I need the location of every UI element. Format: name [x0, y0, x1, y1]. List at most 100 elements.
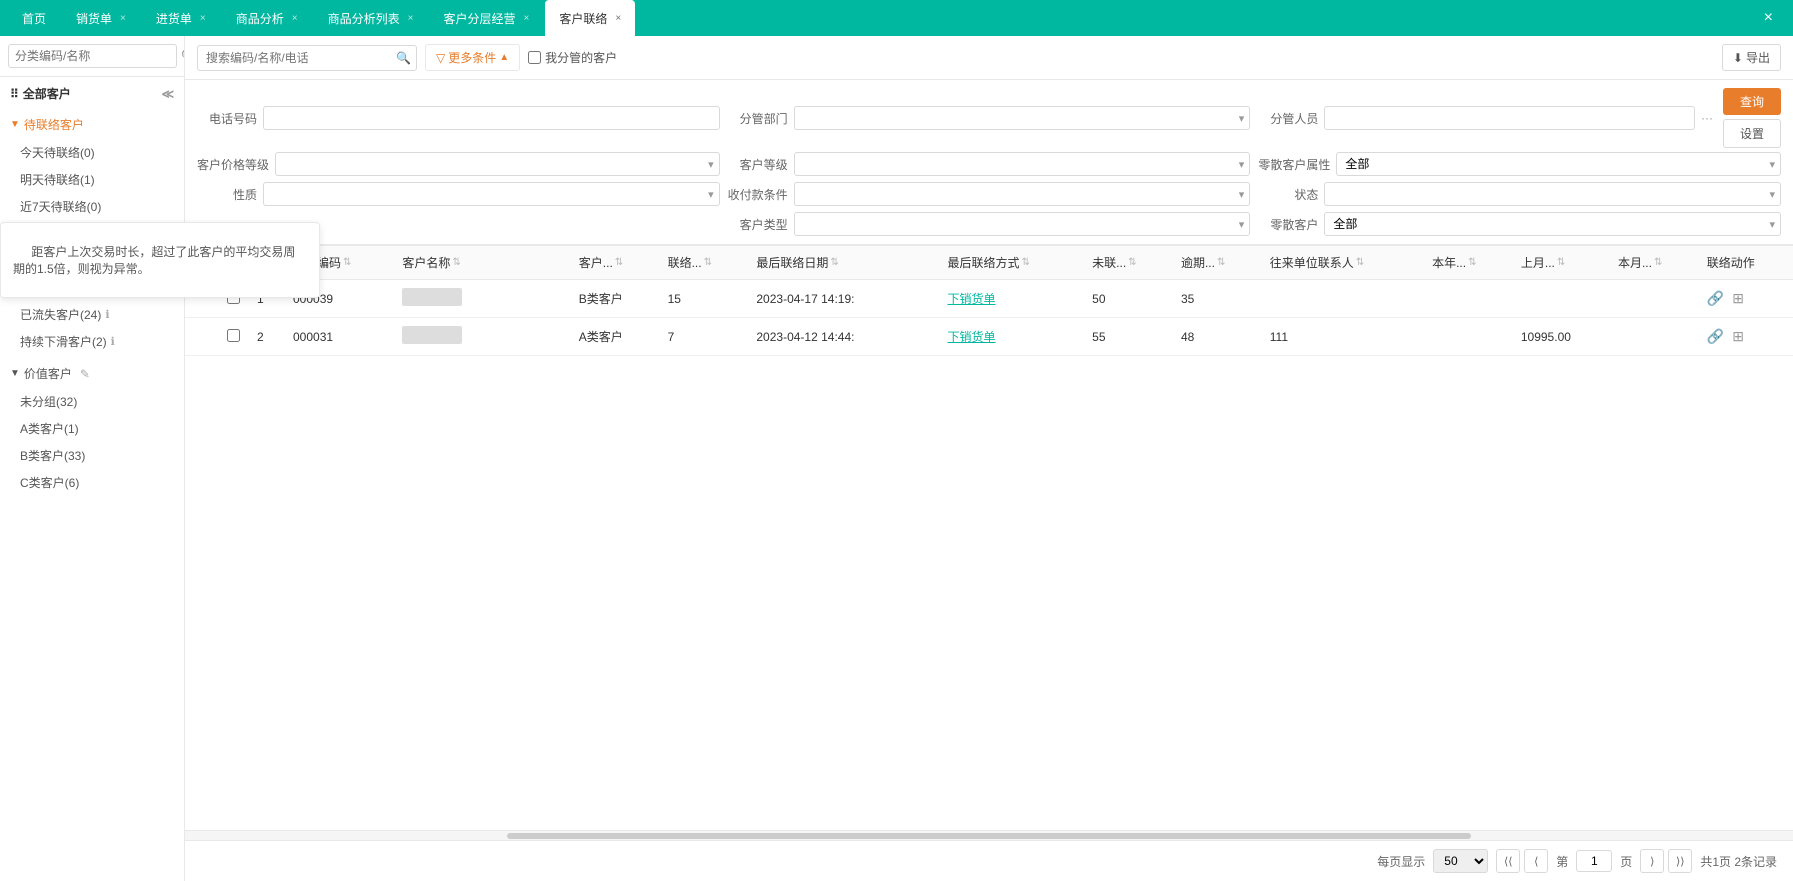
- sort-icon-date: ⇅: [830, 257, 838, 268]
- th-not-contact[interactable]: 未联...⇅: [1084, 246, 1173, 280]
- page-label: 第: [1556, 853, 1568, 870]
- nav-item-customer-layer[interactable]: 客户分层经营 ×: [429, 0, 543, 36]
- nav-item-analysis-list[interactable]: 商品分析列表 ×: [314, 0, 428, 36]
- filter-status-select[interactable]: [1324, 182, 1781, 206]
- td-type-1: B类客户: [571, 280, 660, 318]
- th-last-month[interactable]: 上月...⇅: [1513, 246, 1610, 280]
- close-all-button[interactable]: ×: [1752, 9, 1785, 27]
- grid-icon-2[interactable]: ⊞: [1732, 328, 1744, 345]
- row2-checkbox[interactable]: [227, 329, 240, 342]
- td-method-2[interactable]: 下销货单: [939, 318, 1084, 356]
- dots-icon[interactable]: ···: [1701, 111, 1713, 125]
- th-type[interactable]: 客户...⇅: [571, 246, 660, 280]
- grid-icon-1[interactable]: ⊞: [1732, 290, 1744, 307]
- sidebar-item-ungroup[interactable]: 未分组(32): [0, 388, 184, 415]
- info-icon-3[interactable]: ℹ: [105, 308, 109, 321]
- scrollbar-area[interactable]: [185, 830, 1793, 840]
- per-page-label: 每页显示: [1377, 853, 1425, 870]
- td-last-month-1: [1513, 280, 1610, 318]
- page-input[interactable]: [1576, 850, 1612, 872]
- th-last-contact-method[interactable]: 最后联络方式⇅: [939, 246, 1084, 280]
- my-customer-checkbox[interactable]: [528, 51, 541, 64]
- next-page-btn[interactable]: ⟩: [1640, 849, 1664, 873]
- sidebar-all-customers[interactable]: ⠿ 全部客户 ≪: [0, 77, 184, 110]
- link-icon-2[interactable]: 🔗: [1707, 328, 1724, 345]
- sidebar-item-today[interactable]: 今天待联络(0): [0, 139, 184, 166]
- close-icon-customer-layer[interactable]: ×: [523, 13, 529, 24]
- pending-contact-group[interactable]: ▼ 待联络客户: [0, 110, 184, 139]
- filter-area-row1: 电话号码 分管部门 分管人员 ··· 查询 设置: [185, 80, 1793, 152]
- td-action-2: 🔗 ⊞: [1699, 318, 1793, 356]
- filter-area-row4: ··· 客户类型 零散客户 全部: [185, 212, 1793, 245]
- sidebar-item-7days[interactable]: 近7天待联络(0): [0, 193, 184, 220]
- filter-phone-input[interactable]: [263, 106, 720, 130]
- filter-status-label: 状态: [1258, 186, 1318, 203]
- filter-payment-select[interactable]: [794, 182, 1251, 206]
- prev-page-btn[interactable]: ⟨: [1524, 849, 1548, 873]
- value-customer-group[interactable]: ▼ 价值客户 ✎: [0, 359, 184, 388]
- filter-retail-cust-select[interactable]: 全部: [1324, 212, 1781, 236]
- collapse-icon[interactable]: ≪: [161, 87, 174, 101]
- close-icon-analysis[interactable]: ×: [292, 13, 298, 24]
- close-icon-analysis-list[interactable]: ×: [408, 13, 414, 24]
- filter-nature: 性质: [197, 182, 720, 206]
- td-this-year-2: [1424, 318, 1513, 356]
- th-this-year[interactable]: 本年...⇅: [1424, 246, 1513, 280]
- nav-item-sales[interactable]: 销货单 ×: [62, 0, 140, 36]
- filter-retail-customer: 零散客户 全部: [1258, 212, 1781, 236]
- search-input[interactable]: [197, 45, 417, 71]
- nav-item-analysis[interactable]: 商品分析 ×: [222, 0, 312, 36]
- sidebar-item-tomorrow[interactable]: 明天待联络(1): [0, 166, 184, 193]
- th-this-month[interactable]: 本月...⇅: [1610, 246, 1699, 280]
- td-action-1: 🔗 ⊞: [1699, 280, 1793, 318]
- close-icon-customer-contact[interactable]: ×: [615, 13, 621, 24]
- first-page-btn[interactable]: ⟨⟨: [1496, 849, 1520, 873]
- th-unit-contact[interactable]: 往来单位联系人⇅: [1262, 246, 1424, 280]
- filter-dept-select[interactable]: [794, 106, 1251, 130]
- last-page-btn[interactable]: ⟩⟩: [1668, 849, 1692, 873]
- th-last-contact-date[interactable]: 最后联络日期⇅: [748, 246, 939, 280]
- th-name[interactable]: 客户名称⇅: [394, 246, 570, 280]
- th-overdue[interactable]: 逾期...⇅: [1173, 246, 1262, 280]
- filter-cust-level-select[interactable]: [794, 152, 1251, 176]
- sidebar-item-c-class[interactable]: C类客户(6): [0, 469, 184, 496]
- nav-item-home[interactable]: 首页: [8, 0, 60, 36]
- filter-dept-label: 分管部门: [728, 110, 788, 127]
- th-contact[interactable]: 联络...⇅: [660, 246, 749, 280]
- sidebar-search-input[interactable]: [8, 44, 177, 68]
- nature-select-wrap: [263, 182, 720, 206]
- filter-manager: 分管人员 ··· 查询 设置: [1258, 88, 1781, 148]
- filter-price-select[interactable]: [275, 152, 720, 176]
- all-customers-label: 全部客户: [23, 85, 71, 102]
- filter-retail-attr-select[interactable]: 全部: [1336, 152, 1781, 176]
- per-page-select[interactable]: 50 100 200: [1433, 849, 1488, 873]
- nav-item-purchase[interactable]: 进货单 ×: [142, 0, 220, 36]
- info-icon-4[interactable]: ℹ: [111, 335, 115, 348]
- edit-icon[interactable]: ✎: [80, 367, 90, 381]
- td-code-2: 000031: [285, 318, 394, 356]
- filter-more-btn[interactable]: ▽ 更多条件 ▲: [425, 44, 520, 71]
- filter-cust-type-label: 客户类型: [728, 216, 788, 233]
- filter-nature-select[interactable]: [263, 182, 720, 206]
- filter-payment: 收付款条件: [728, 182, 1251, 206]
- filter-cust-type-select[interactable]: [794, 212, 1251, 236]
- query-button[interactable]: 查询: [1723, 88, 1781, 115]
- td-method-1[interactable]: 下销货单: [939, 280, 1084, 318]
- td-check-2[interactable]: [217, 318, 249, 356]
- filter-mgr-input[interactable]: [1324, 106, 1695, 130]
- nav-label-home: 首页: [22, 10, 46, 27]
- td-date-2: 2023-04-12 14:44:: [748, 318, 939, 356]
- my-customer-check-wrap[interactable]: 我分管的客户: [528, 49, 617, 66]
- sidebar-item-b-class[interactable]: B类客户(33): [0, 442, 184, 469]
- main-layout: 🔍 ⠿ 全部客户 ≪ ▼ 待联络客户 今天待联络(0) 明天待联络(1) 近7天…: [0, 36, 1793, 881]
- close-icon-sales[interactable]: ×: [120, 13, 126, 24]
- sidebar-item-lost[interactable]: 已流失客户(24) ℹ: [0, 301, 184, 328]
- search-icon[interactable]: 🔍: [396, 51, 411, 65]
- nav-item-customer-contact[interactable]: 客户联络 ×: [545, 0, 635, 36]
- sidebar-item-a-class[interactable]: A类客户(1): [0, 415, 184, 442]
- sidebar-item-declining[interactable]: 持续下滑客户(2) ℹ: [0, 328, 184, 355]
- settings-button[interactable]: 设置: [1723, 119, 1781, 148]
- link-icon-1[interactable]: 🔗: [1707, 290, 1724, 307]
- export-button[interactable]: ⬇ 导出: [1722, 44, 1781, 71]
- close-icon-purchase[interactable]: ×: [200, 13, 206, 24]
